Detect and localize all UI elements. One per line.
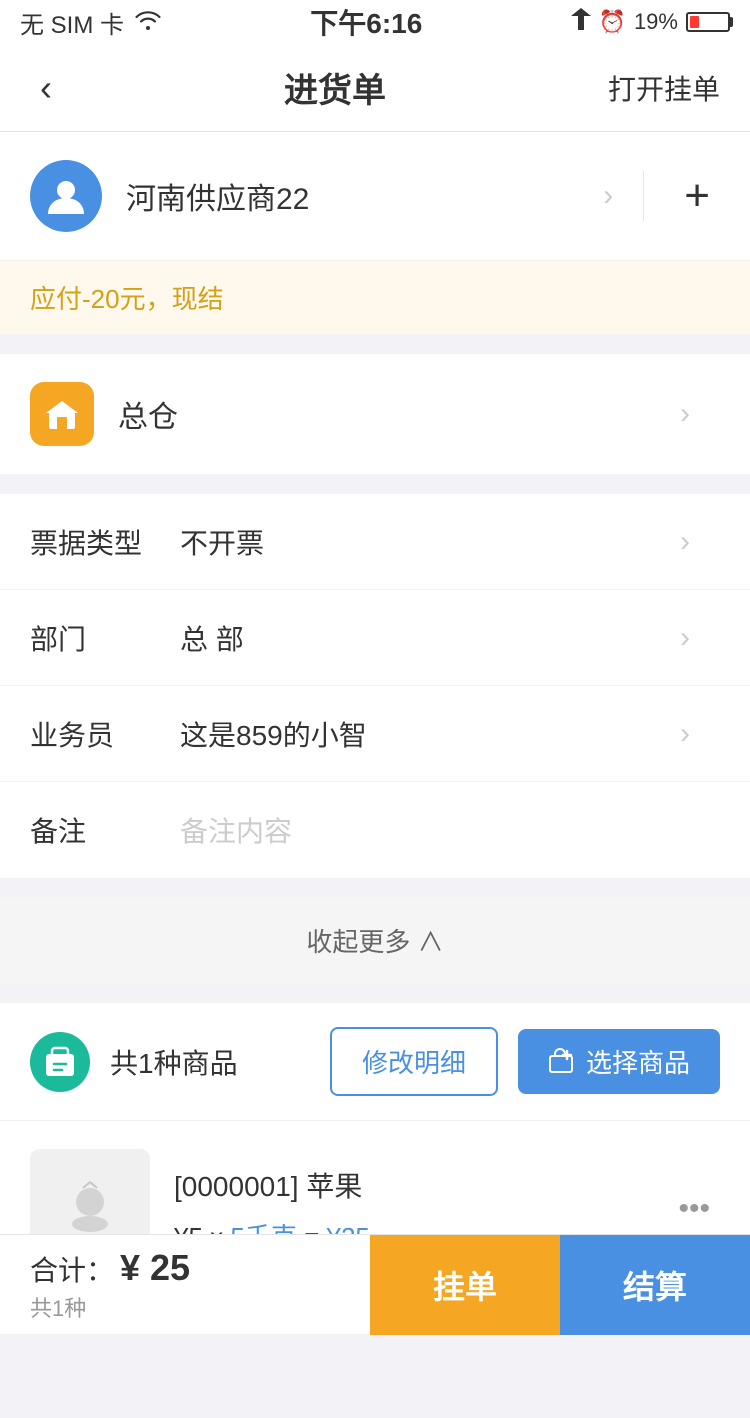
warehouse-row[interactable]: 总仓 › (0, 354, 750, 474)
edit-detail-button[interactable]: 修改明细 (330, 1027, 498, 1096)
product-more-button[interactable]: ••• (668, 1182, 720, 1236)
checkout-button[interactable]: 结算 (560, 1235, 750, 1335)
product-icon (30, 1032, 90, 1092)
total-amount: ¥ 25 (120, 1247, 190, 1289)
battery-percent: 19% (634, 9, 678, 35)
back-button[interactable]: ‹ (30, 57, 62, 119)
remark-row[interactable]: 备注 备注内容 (0, 782, 750, 878)
dept-label: 部门 (30, 618, 150, 658)
open-hang-button[interactable]: 打开挂单 (608, 68, 720, 108)
product-count-label: 共1种商品 (110, 1042, 330, 1082)
product-name: [0000001] 苹果 (174, 1165, 668, 1205)
dept-value: 总 部 (180, 618, 680, 658)
select-product-label: 选择商品 (586, 1043, 690, 1080)
supplier-notice: 应付-20元，现结 (0, 261, 750, 334)
alarm-icon: ⏰ (599, 9, 626, 35)
warehouse-name: 总仓 (118, 392, 680, 436)
collapse-button[interactable]: 收起更多 ∧ (0, 898, 750, 983)
status-right: ⏰ 19% (571, 8, 730, 36)
invoice-label: 票据类型 (30, 522, 150, 562)
warehouse-section: 总仓 › (0, 354, 750, 474)
supplier-name: 河南供应商22 (126, 174, 603, 218)
supplier-divider (643, 171, 644, 221)
remark-input[interactable]: 备注内容 (180, 810, 720, 850)
page-title: 进货单 (284, 63, 386, 112)
invoice-value: 不开票 (180, 522, 680, 562)
carrier-text: 无 SIM 卡 (20, 5, 124, 40)
bottom-bar: 合计： ¥ 25 共1种 挂单 结算 (0, 1234, 750, 1334)
staff-value: 这是859的小智 (180, 714, 680, 754)
wifi-icon (134, 8, 162, 37)
staff-chevron-icon: › (680, 717, 690, 751)
status-left: 无 SIM 卡 (20, 5, 162, 40)
supplier-row[interactable]: 河南供应商22 › + (0, 132, 750, 261)
add-supplier-button[interactable]: + (674, 171, 720, 221)
supplier-avatar (30, 160, 102, 232)
form-section: 票据类型 不开票 › 部门 总 部 › 业务员 这是859的小智 › 备注 备注… (0, 494, 750, 878)
invoice-chevron-icon: › (680, 525, 690, 559)
nav-bar: ‹ 进货单 打开挂单 (0, 44, 750, 132)
dept-row[interactable]: 部门 总 部 › (0, 590, 750, 686)
invoice-row[interactable]: 票据类型 不开票 › (0, 494, 750, 590)
section-divider (0, 983, 750, 1003)
remark-label: 备注 (30, 810, 150, 850)
battery-fill (690, 16, 699, 28)
staff-label: 业务员 (30, 714, 150, 754)
total-label: 合计： (30, 1249, 114, 1289)
status-time: 下午6:16 (310, 2, 422, 42)
product-header: 共1种商品 修改明细 选择商品 (0, 1003, 750, 1121)
total-section: 合计： ¥ 25 共1种 (0, 1247, 370, 1323)
location-icon (571, 8, 591, 36)
content-area: 河南供应商22 › + 应付-20元，现结 总仓 › 票据类型 不开票 › (0, 132, 750, 1418)
total-count: 共1种 (30, 1291, 340, 1323)
select-product-button[interactable]: 选择商品 (518, 1029, 720, 1094)
battery-icon (686, 12, 730, 32)
staff-row[interactable]: 业务员 这是859的小智 › (0, 686, 750, 782)
dept-chevron-icon: › (680, 621, 690, 655)
supplier-chevron-icon: › (603, 179, 613, 213)
supplier-section: 河南供应商22 › + 应付-20元，现结 (0, 132, 750, 334)
warehouse-icon (30, 382, 94, 446)
warehouse-chevron-icon: › (680, 397, 690, 431)
hang-button[interactable]: 挂单 (370, 1235, 560, 1335)
status-bar: 无 SIM 卡 下午6:16 ⏰ 19% (0, 0, 750, 44)
